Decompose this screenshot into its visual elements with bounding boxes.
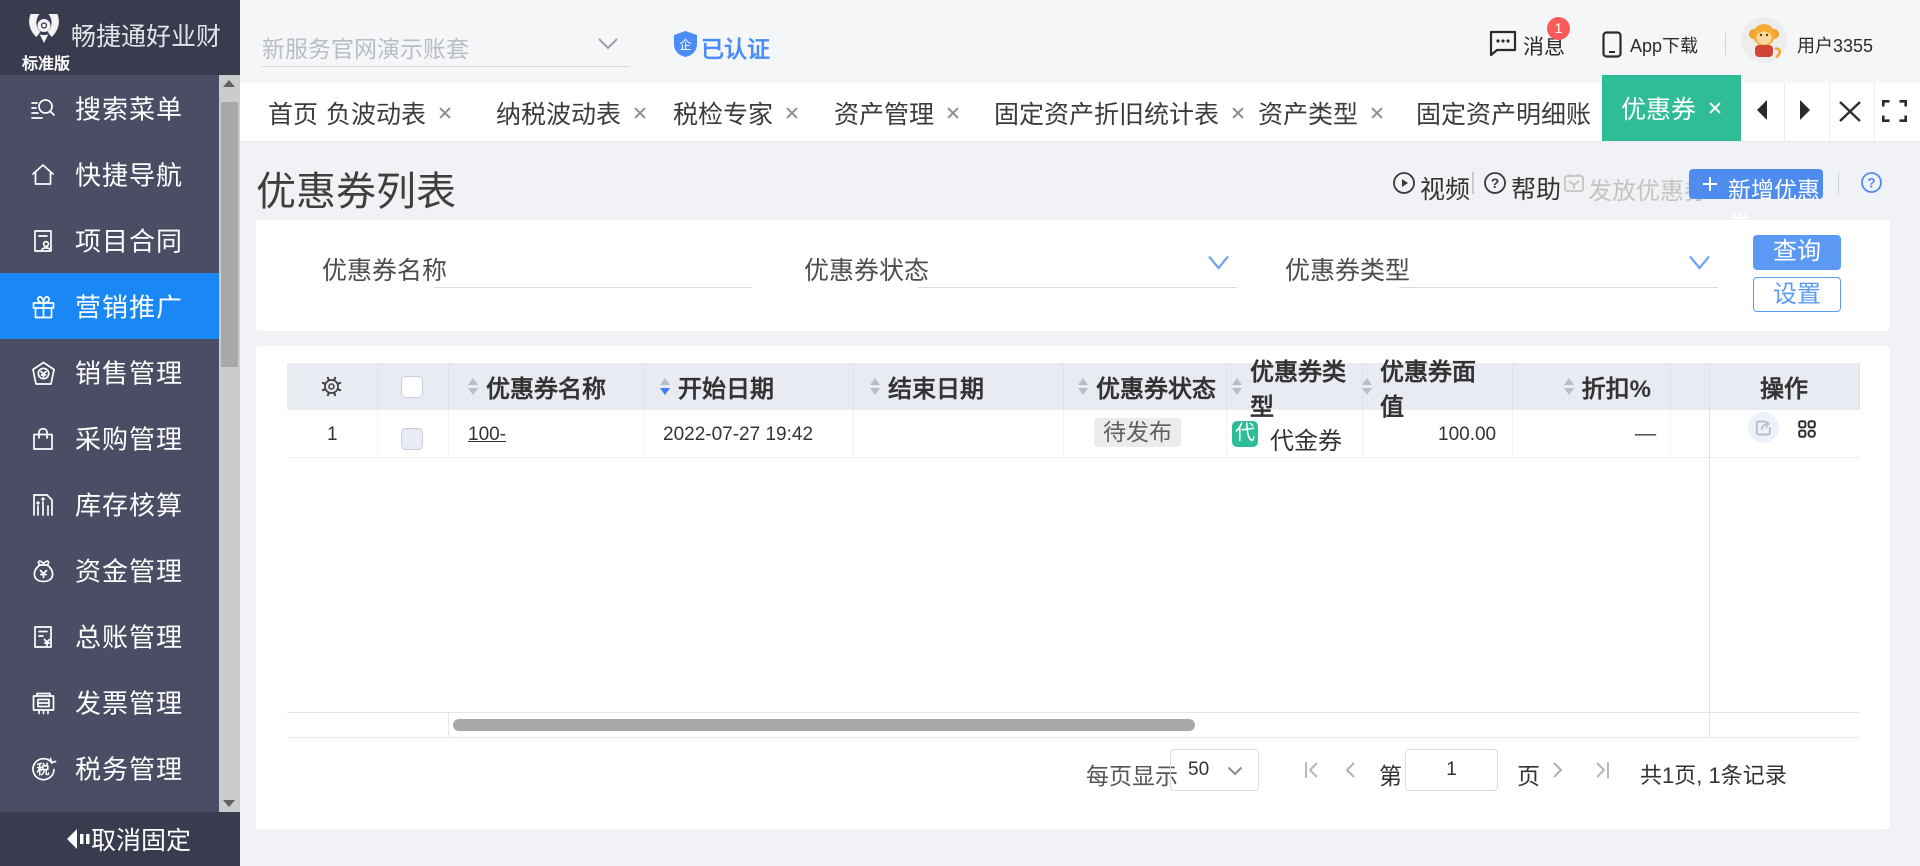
svg-text:?: ? [1867,176,1875,191]
svg-text:税: 税 [36,762,49,777]
svg-text:?: ? [1491,175,1500,191]
svg-text:企: 企 [679,37,691,52]
